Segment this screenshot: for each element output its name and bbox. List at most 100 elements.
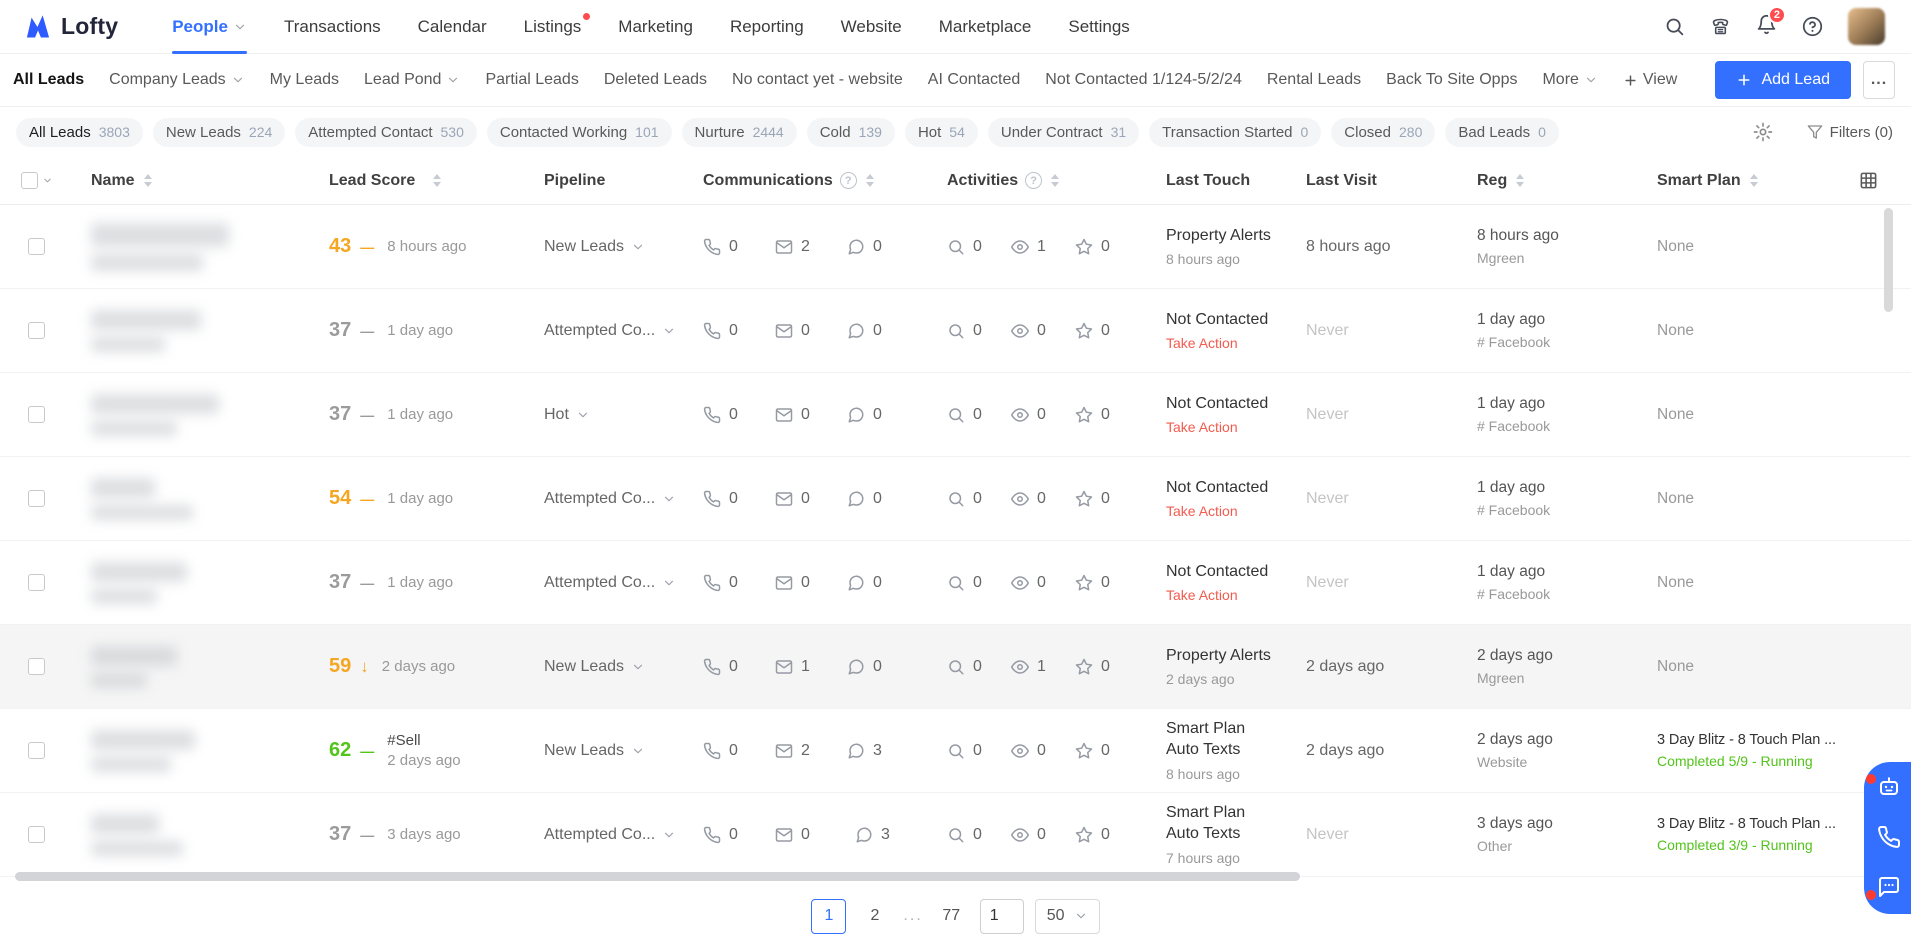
nav-people[interactable]: People xyxy=(172,0,247,54)
stage-count: 2444 xyxy=(752,124,784,140)
view-tab-deleted-leads[interactable]: Deleted Leads xyxy=(604,71,707,89)
notifications-button[interactable]: 2 xyxy=(1756,5,1786,40)
add-lead-button[interactable]: Add Lead xyxy=(1715,61,1851,99)
stage-label: Nurture xyxy=(694,123,745,141)
view-tab-no-contact-yet[interactable]: No contact yet - website xyxy=(732,71,903,89)
help-icon[interactable]: ? xyxy=(839,172,857,189)
row-checkbox[interactable] xyxy=(28,658,45,675)
call-button[interactable] xyxy=(1876,825,1902,851)
take-action-link[interactable]: Take Action xyxy=(1166,587,1268,603)
stage-under-contract[interactable]: Under Contract 31 xyxy=(987,117,1140,147)
reg-time: 3 days ago xyxy=(1477,815,1553,832)
sort-reg[interactable] xyxy=(1516,174,1525,187)
page-1-button[interactable]: 1 xyxy=(811,898,847,934)
horizontal-scrollbar[interactable] xyxy=(15,872,1300,881)
nav-marketplace[interactable]: Marketplace xyxy=(939,0,1032,54)
stage-cold[interactable]: Cold 139 xyxy=(806,117,895,147)
stage-contacted-working[interactable]: Contacted Working 101 xyxy=(486,117,672,147)
table-row[interactable]: 54 — 1 day ago Attempted Co... 0 0 0 0 0… xyxy=(0,457,1911,541)
page-size-select[interactable]: 50 xyxy=(1034,898,1100,934)
view-tab-lead-pond[interactable]: Lead Pond xyxy=(364,71,460,89)
stage-bad-leads[interactable]: Bad Leads 0 xyxy=(1445,117,1559,147)
views-more-menu[interactable]: More xyxy=(1542,71,1597,89)
view-tab-ai-contacted[interactable]: AI Contacted xyxy=(928,71,1021,89)
view-tab-all-leads[interactable]: All Leads xyxy=(13,71,84,89)
stage-new-leads[interactable]: New Leads 224 xyxy=(152,117,286,147)
smart-plan-name[interactable]: 3 Day Blitz - 8 Touch Plan ... xyxy=(1657,816,1849,832)
dialer-icon[interactable] xyxy=(1710,16,1731,37)
row-checkbox[interactable] xyxy=(28,490,45,507)
nav-transactions[interactable]: Transactions xyxy=(284,0,381,54)
view-tab-my-leads[interactable]: My Leads xyxy=(270,71,339,89)
sort-name[interactable] xyxy=(143,174,152,187)
gear-icon[interactable] xyxy=(1753,122,1773,142)
add-view-button[interactable]: View xyxy=(1623,71,1677,89)
help-icon[interactable] xyxy=(1802,16,1823,37)
table-row[interactable]: 37 — 1 day ago Attempted Co... 0 0 0 0 0… xyxy=(0,541,1911,625)
page-ellipsis[interactable]: ... xyxy=(903,907,922,925)
row-checkbox[interactable] xyxy=(28,238,45,255)
filters-button[interactable]: Filters (0) xyxy=(1807,124,1893,141)
view-tab-rental-leads[interactable]: Rental Leads xyxy=(1267,71,1361,89)
table-row[interactable]: 43 — 8 hours ago New Leads 0 2 0 0 1 0 P… xyxy=(0,205,1911,289)
pipeline-select[interactable]: Attempted Co... xyxy=(544,490,676,508)
pipeline-select[interactable]: Attempted Co... xyxy=(544,574,676,592)
view-tab-not-contacted[interactable]: Not Contacted 1/124-5/2/24 xyxy=(1045,71,1242,89)
table-row[interactable]: 37 — 3 days ago Attempted Co... 0 0 3 0 … xyxy=(0,793,1911,877)
filters-label: Filters (0) xyxy=(1829,123,1893,141)
avatar[interactable] xyxy=(1848,8,1885,45)
stage-nurture[interactable]: Nurture 2444 xyxy=(681,117,797,147)
take-action-link[interactable]: Take Action xyxy=(1166,419,1268,435)
row-checkbox[interactable] xyxy=(28,574,45,591)
row-checkbox[interactable] xyxy=(28,406,45,423)
page-2-button[interactable]: 2 xyxy=(857,899,892,934)
view-tab-back-to-site-opps[interactable]: Back To Site Opps xyxy=(1386,71,1517,89)
help-icon[interactable]: ? xyxy=(1025,172,1043,189)
sort-smart-plan[interactable] xyxy=(1749,174,1758,187)
page-jump-input[interactable] xyxy=(979,898,1024,934)
search-icon[interactable] xyxy=(1664,16,1685,37)
page-last-button[interactable]: 77 xyxy=(934,899,969,934)
select-all-caret-icon[interactable] xyxy=(42,175,53,186)
smart-plan-name[interactable]: 3 Day Blitz - 8 Touch Plan ... xyxy=(1657,732,1849,748)
ai-assistant-button[interactable] xyxy=(1876,775,1902,801)
nav-settings[interactable]: Settings xyxy=(1068,0,1129,54)
table-row[interactable]: 62 — #Sell 2 days ago New Leads 0 2 3 0 … xyxy=(0,709,1911,793)
pipeline-select[interactable]: Hot xyxy=(544,406,590,424)
row-checkbox[interactable] xyxy=(28,742,45,759)
take-action-link[interactable]: Take Action xyxy=(1166,503,1268,519)
sort-communications[interactable] xyxy=(865,174,874,187)
sort-activities[interactable] xyxy=(1051,174,1060,187)
column-settings-icon[interactable] xyxy=(1859,171,1878,190)
view-tab-company-leads[interactable]: Company Leads xyxy=(109,71,245,89)
pipeline-select[interactable]: Attempted Co... xyxy=(544,322,676,340)
vertical-scrollbar[interactable] xyxy=(1884,208,1893,312)
nav-website[interactable]: Website xyxy=(841,0,902,54)
stage-transaction-started[interactable]: Transaction Started 0 xyxy=(1149,117,1322,147)
pipeline-select[interactable]: New Leads xyxy=(544,238,645,256)
nav-marketing[interactable]: Marketing xyxy=(618,0,693,54)
stage-all-leads[interactable]: All Leads 3803 xyxy=(16,117,143,147)
row-checkbox[interactable] xyxy=(28,322,45,339)
stage-attempted-contact[interactable]: Attempted Contact 530 xyxy=(295,117,477,147)
mail-icon xyxy=(775,490,793,508)
take-action-link[interactable]: Take Action xyxy=(1166,335,1268,351)
nav-calendar[interactable]: Calendar xyxy=(418,0,487,54)
nav-reporting[interactable]: Reporting xyxy=(730,0,804,54)
lofty-logo[interactable]: Lofty xyxy=(24,13,118,41)
table-row[interactable]: 37 — 1 day ago Hot 0 0 0 0 0 0 Not Conta… xyxy=(0,373,1911,457)
view-tab-partial-leads[interactable]: Partial Leads xyxy=(485,71,578,89)
select-all-checkbox[interactable] xyxy=(20,172,38,189)
table-row[interactable]: 37 — 1 day ago Attempted Co... 0 0 0 0 0… xyxy=(0,289,1911,373)
stage-closed[interactable]: Closed 280 xyxy=(1331,117,1436,147)
sort-lead-score[interactable] xyxy=(433,174,442,187)
nav-listings[interactable]: Listings xyxy=(524,0,591,54)
more-actions-button[interactable]: ... xyxy=(1863,61,1895,99)
chat-button[interactable] xyxy=(1876,875,1902,901)
pipeline-select[interactable]: Attempted Co... xyxy=(544,826,676,844)
row-checkbox[interactable] xyxy=(28,826,45,843)
pipeline-select[interactable]: New Leads xyxy=(544,658,645,676)
stage-hot[interactable]: Hot 54 xyxy=(904,117,978,147)
table-row[interactable]: 59 ↓ 2 days ago New Leads 0 1 0 0 1 0 Pr… xyxy=(0,625,1911,709)
pipeline-select[interactable]: New Leads xyxy=(544,742,645,760)
